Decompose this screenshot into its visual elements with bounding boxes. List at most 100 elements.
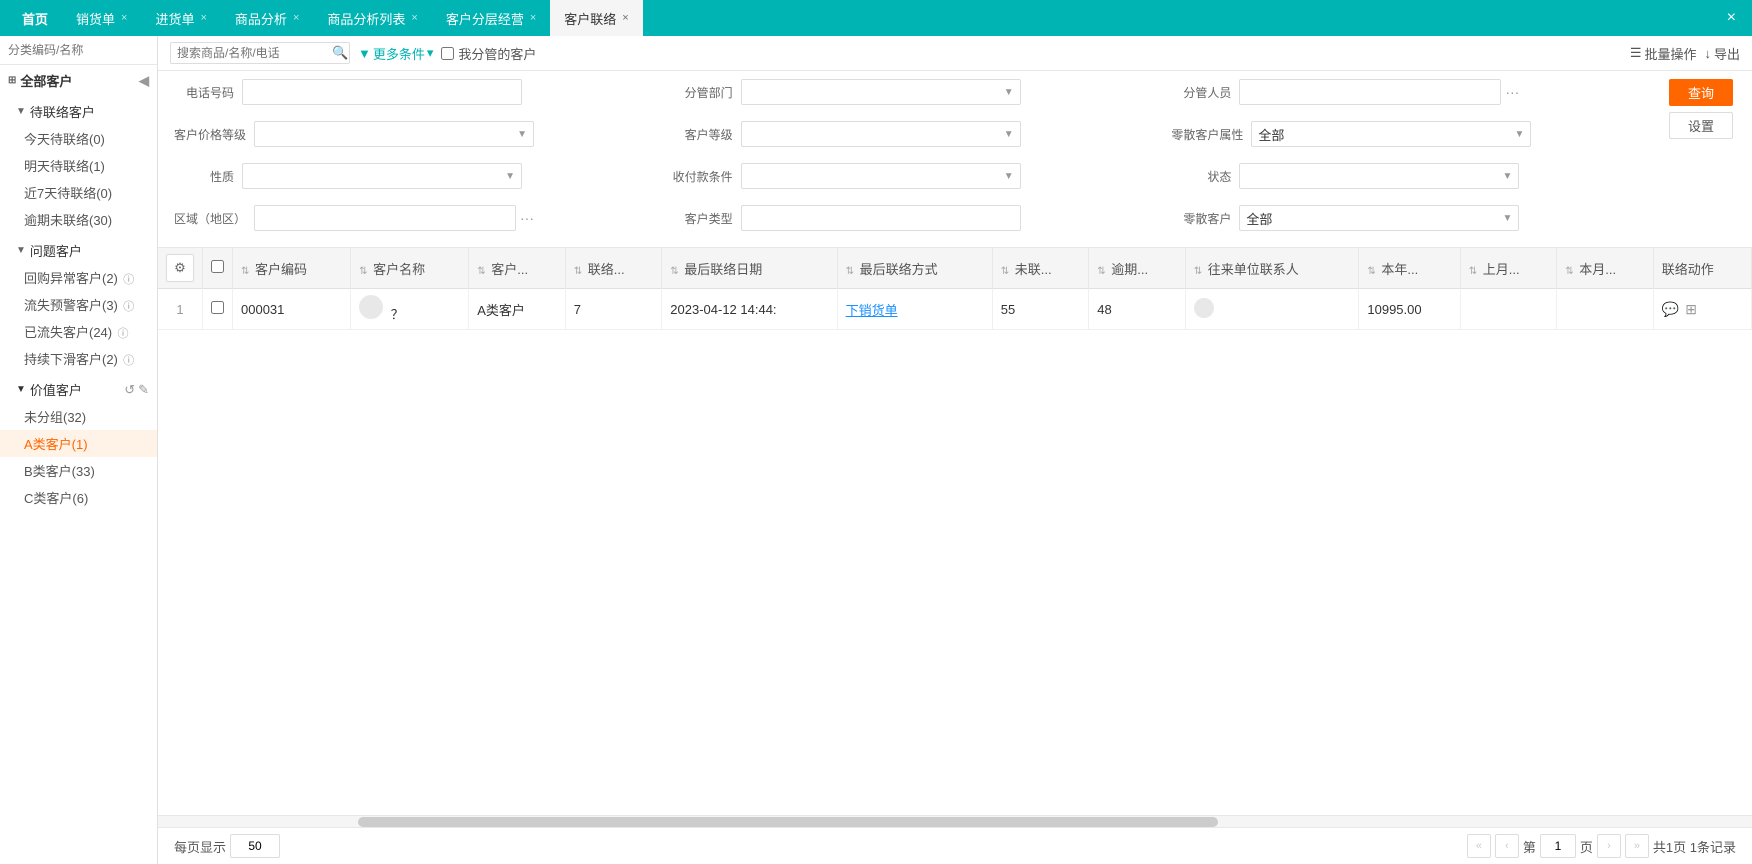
all-customers-label: 全部客户 (20, 71, 72, 90)
sidebar-item-unclassified[interactable]: 未分组(32) (0, 403, 157, 430)
filter-search-icon[interactable]: 🔍 (332, 45, 348, 61)
unclassified-label: 未分组(32) (24, 410, 86, 425)
nature-caret-icon: ▼ (505, 171, 515, 182)
total-records-label: 共1页 1条记录 (1653, 837, 1736, 856)
churn-warning-info-icon: ⓘ (123, 301, 134, 313)
last-method-link-1[interactable]: 下销货单 (846, 303, 898, 318)
last-page-btn[interactable]: » (1625, 834, 1649, 858)
nav-analysis-list[interactable]: 商品分析列表 × (313, 0, 431, 36)
retail-cust-value: 全部 (1246, 209, 1272, 228)
filter-cell-phone: 电话号码 (174, 79, 653, 105)
phone-input[interactable] (242, 79, 522, 105)
nav-home[interactable]: 首页 (8, 0, 62, 36)
gear-settings-btn[interactable]: ⚙ (166, 254, 194, 282)
cust-type-input[interactable] (741, 205, 1021, 231)
manager-dots-btn[interactable]: ··· (1505, 84, 1519, 100)
close-window-btn[interactable]: × (1719, 9, 1744, 27)
overdue-label: 逾期未联络(30) (24, 213, 112, 228)
region-input[interactable] (254, 205, 516, 231)
sidebar-item-churned[interactable]: 已流失客户(24) ⓘ (0, 318, 157, 345)
horizontal-scrollbar[interactable] (158, 815, 1752, 827)
dept-select[interactable]: ▼ (741, 79, 1021, 105)
pending-label: 待联络客户 (30, 102, 95, 121)
batch-op-icon: ☰ (1630, 45, 1642, 61)
nav-customer-contact[interactable]: 客户联络 × (550, 0, 642, 36)
cust-grade-select[interactable]: ▼ (741, 121, 1021, 147)
churned-label: 已流失客户(24) (24, 325, 112, 340)
next-page-btn[interactable]: › (1597, 834, 1621, 858)
col-last-date-label: 最后联络日期 (684, 262, 762, 277)
nav-sales-close[interactable]: × (121, 12, 127, 24)
qr-icon-1[interactable]: ⊞ (1685, 301, 1697, 318)
page-num-input[interactable] (1540, 834, 1576, 858)
retail-attr-select[interactable]: 全部 ▼ (1251, 121, 1531, 147)
nav-purchase[interactable]: 进货单 × (141, 0, 220, 36)
nav-customer-segment[interactable]: 客户分层经营 × (432, 0, 550, 36)
nav-analysis-label: 商品分析 (235, 9, 287, 28)
row-actions-1: 💬 ⊞ (1653, 289, 1751, 330)
problem-arrow-icon: ▼ (16, 245, 26, 256)
sidebar-item-overdue[interactable]: 逾期未联络(30) (0, 206, 157, 233)
sidebar-pending-header[interactable]: ▼ 待联络客户 (0, 98, 157, 125)
nav-analysis-list-close[interactable]: × (411, 12, 417, 24)
filter-more-btn[interactable]: ▼ 更多条件 ▾ (358, 44, 433, 63)
row-last-month-1 (1460, 289, 1557, 330)
sidebar-item-declining[interactable]: 持续下滑客户(2) ⓘ (0, 345, 157, 372)
sidebar-problem-header[interactable]: ▼ 问题客户 (0, 237, 157, 264)
class-a-label: A类客户(1) (24, 437, 88, 452)
filter-row-4: 区域（地区） ··· 客户类型 零散客户 (174, 205, 1650, 231)
page-size-input[interactable] (230, 834, 280, 858)
retail-cust-select[interactable]: 全部 ▼ (1239, 205, 1519, 231)
status-select[interactable]: ▼ (1239, 163, 1519, 189)
sidebar-item-class-c[interactable]: C类客户(6) (0, 484, 157, 511)
sidebar-collapse-btn[interactable]: ◀ (139, 73, 149, 89)
sidebar-item-7days[interactable]: 近7天待联络(0) (0, 179, 157, 206)
select-all-checkbox[interactable] (211, 260, 224, 273)
scrollbar-thumb[interactable] (358, 817, 1218, 827)
batch-op-btn[interactable]: ☰ 批量操作 (1630, 44, 1697, 63)
edit-icon[interactable]: ✎ (138, 382, 149, 398)
row-this-year-1: 10995.00 (1359, 289, 1460, 330)
nav-analysis-close[interactable]: × (293, 12, 299, 24)
my-customers-checkbox[interactable] (441, 47, 454, 60)
filter-icon: ▼ (358, 46, 371, 61)
price-grade-caret-icon: ▼ (517, 129, 527, 140)
nav-customer-contact-close[interactable]: × (622, 12, 628, 24)
sidebar-value-header[interactable]: ▼ 价值客户 ↺ ✎ (0, 376, 157, 403)
churn-warning-label: 流失预警客户(3) (24, 298, 118, 313)
retail-cust-label: 零散客户 (1171, 210, 1231, 227)
nav-customer-segment-close[interactable]: × (530, 12, 536, 24)
sidebar-all-customers[interactable]: ⊞ 全部客户 ◀ (0, 65, 157, 96)
refresh-icon[interactable]: ↺ (124, 382, 135, 398)
nature-select[interactable]: ▼ (242, 163, 522, 189)
sidebar-item-today[interactable]: 今天待联络(0) (0, 125, 157, 152)
sidebar-item-tomorrow[interactable]: 明天待联络(1) (0, 152, 157, 179)
price-grade-select[interactable]: ▼ (254, 121, 534, 147)
settings-button[interactable]: 设置 (1669, 112, 1733, 139)
value-header-icons: ↺ ✎ (124, 382, 149, 398)
nature-label: 性质 (174, 168, 234, 185)
manager-input[interactable] (1239, 79, 1501, 105)
data-table: ⚙ ⇅ 客户编码 ⇅ 客户名称 (158, 248, 1752, 330)
prev-page-btn[interactable]: ‹ (1495, 834, 1519, 858)
sidebar-search-input[interactable] (8, 43, 158, 57)
sidebar-item-class-b[interactable]: B类客户(33) (0, 457, 157, 484)
filter-search-input[interactable] (177, 46, 332, 60)
payment-select[interactable]: ▼ (741, 163, 1021, 189)
region-dots-btn[interactable]: ··· (520, 210, 534, 226)
my-customers-filter[interactable]: 我分管的客户 (441, 44, 536, 63)
pagination-right: « ‹ 第 页 › » 共1页 1条记录 (1467, 834, 1736, 858)
chat-icon-1[interactable]: 💬 (1662, 301, 1679, 318)
sidebar-item-abnormal[interactable]: 回购异常客户(2) ⓘ (0, 264, 157, 291)
export-btn[interactable]: ↓ 导出 (1704, 44, 1740, 63)
query-button[interactable]: 查询 (1669, 79, 1733, 106)
sidebar-item-class-a[interactable]: A类客户(1) (0, 430, 157, 457)
first-page-btn[interactable]: « (1467, 834, 1491, 858)
payment-caret-icon: ▼ (1004, 171, 1014, 182)
sidebar-item-churn-warning[interactable]: 流失预警客户(3) ⓘ (0, 291, 157, 318)
sort-icon-name: ⇅ (359, 266, 367, 277)
row-1-checkbox[interactable] (211, 301, 224, 314)
nav-analysis[interactable]: 商品分析 × (221, 0, 313, 36)
nav-sales[interactable]: 销货单 × (62, 0, 141, 36)
nav-purchase-close[interactable]: × (200, 12, 206, 24)
